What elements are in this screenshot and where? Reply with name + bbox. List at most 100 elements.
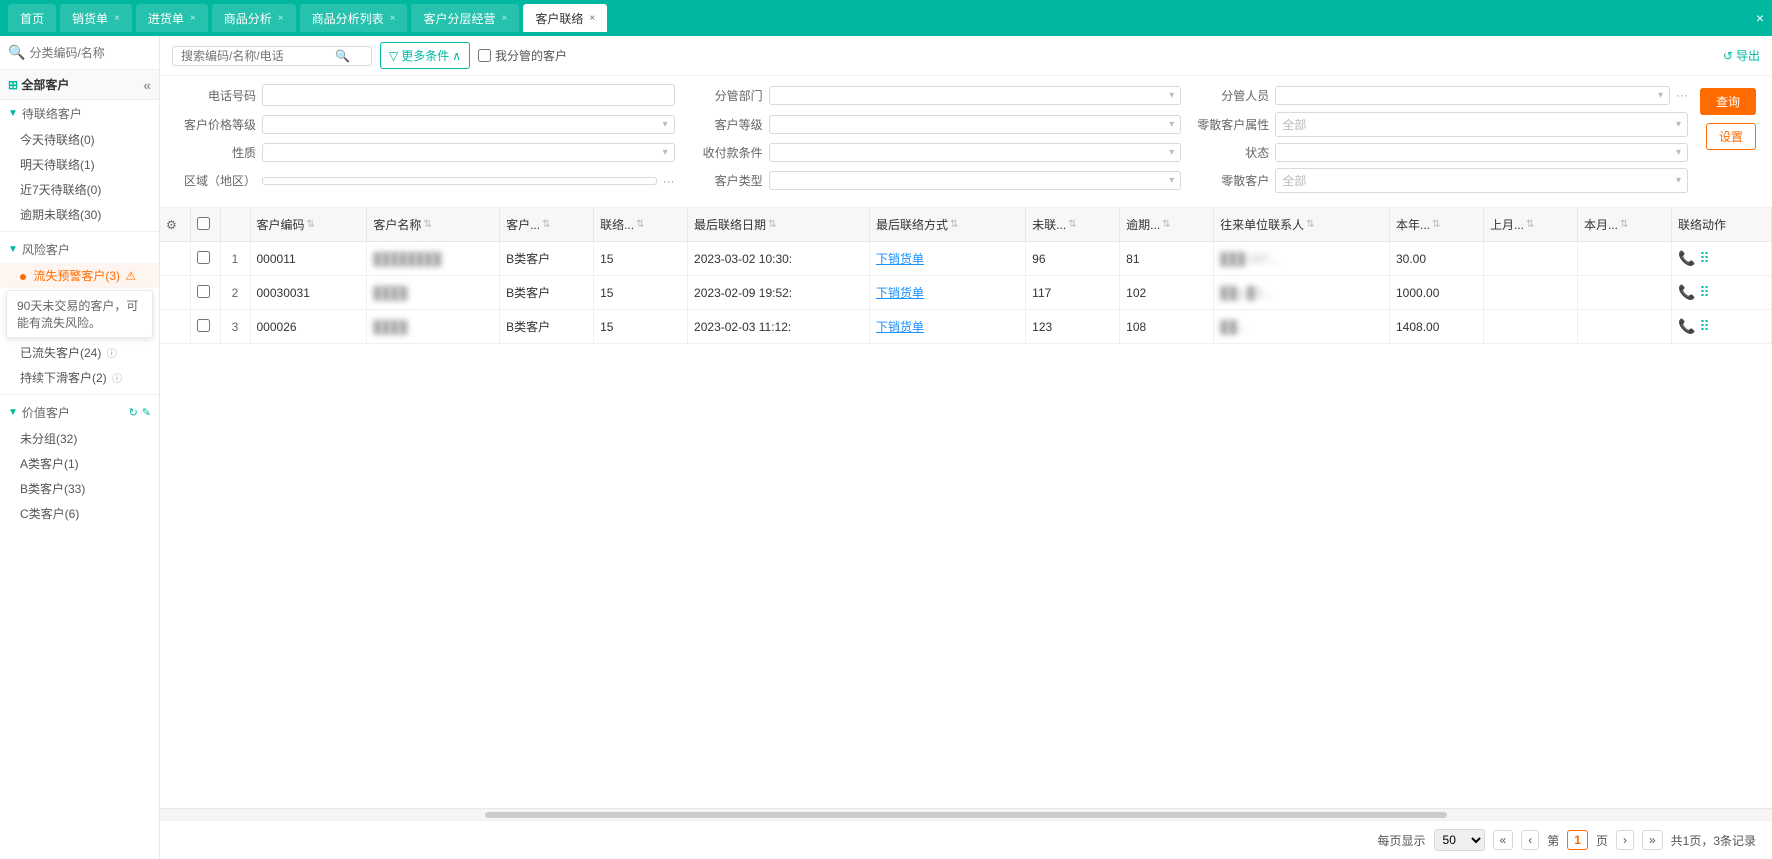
sidebar-item-declining[interactable]: 持续下滑客户(2) ⓘ <box>0 365 159 390</box>
col-unit-contact[interactable]: 往来单位联系人⇅ <box>1214 208 1390 242</box>
tab-purchase-close[interactable]: × <box>190 13 196 24</box>
tab-customer-link[interactable]: 客户联络 × <box>523 4 607 32</box>
my-customers-checkbox[interactable]: 我分管的客户 <box>478 47 567 64</box>
sidebar-item-ungrouped[interactable]: 未分组(32) <box>0 426 159 451</box>
sparse-attr-select[interactable]: 全部▾ <box>1275 112 1688 137</box>
col-code[interactable]: 客户编码⇅ <box>250 208 367 242</box>
row1-this-year: 30.00 <box>1390 242 1484 276</box>
col-this-year[interactable]: 本年...⇅ <box>1390 208 1484 242</box>
nature-select[interactable]: ▾ <box>262 143 675 162</box>
person-select[interactable]: ▾ <box>1275 86 1670 105</box>
horizontal-scrollbar[interactable] <box>160 808 1772 820</box>
my-customers-check[interactable] <box>478 49 491 62</box>
tab-product-analysis-close[interactable]: × <box>278 13 284 24</box>
more-conditions-button[interactable]: ▽ 更多条件 ∧ <box>380 42 470 69</box>
search-input[interactable] <box>181 49 331 63</box>
total-records: 共1页，3条记录 <box>1671 832 1756 849</box>
tab-sales-close[interactable]: × <box>114 13 120 24</box>
col-overdue[interactable]: 逾期...⇅ <box>1120 208 1214 242</box>
export-button[interactable]: ↺ 导出 <box>1723 47 1760 64</box>
row2-select[interactable] <box>197 285 210 298</box>
col-name[interactable]: 客户名称⇅ <box>367 208 500 242</box>
more-dots-region[interactable]: ··· <box>663 174 675 188</box>
chevron-down-icon: ▼ <box>8 108 18 119</box>
row1-select[interactable] <box>197 251 210 264</box>
tab-customer-link-close[interactable]: × <box>589 13 595 24</box>
scrollbar-thumb[interactable] <box>485 812 1447 818</box>
tab-customer-tier-close[interactable]: × <box>501 13 507 24</box>
row2-phone-icon[interactable]: 📞 <box>1678 284 1695 301</box>
sidebar-collapse-button[interactable]: « <box>143 77 151 93</box>
sidebar-search-icon: 🔍 <box>8 44 25 61</box>
more-dots-person[interactable]: ··· <box>1676 88 1688 102</box>
next-page-button[interactable]: › <box>1616 830 1634 850</box>
row1-last-method-link[interactable]: 下销货单 <box>876 252 924 266</box>
sidebar-item-today[interactable]: 今天待联络(0) <box>0 127 159 152</box>
row3-more-icon[interactable]: ⠿ <box>1699 318 1709 335</box>
row2-more-icon[interactable]: ⠿ <box>1699 284 1709 301</box>
col-not-contacted[interactable]: 未联...⇅ <box>1026 208 1120 242</box>
refresh-icon[interactable]: ↻ <box>129 406 138 419</box>
sparse-select[interactable]: 全部▾ <box>1275 168 1688 193</box>
sidebar-item-class-a[interactable]: A类客户(1) <box>0 451 159 476</box>
sidebar-item-tomorrow[interactable]: 明天待联络(1) <box>0 152 159 177</box>
row1-phone-icon[interactable]: 📞 <box>1678 250 1695 267</box>
row3-last-method-link[interactable]: 下销货单 <box>876 320 924 334</box>
sidebar-group-value[interactable]: ▼ 价值客户 ↻ ✎ <box>0 399 159 426</box>
row1-last-method[interactable]: 下销货单 <box>869 242 1025 276</box>
payment-select[interactable]: ▾ <box>769 143 1182 162</box>
prev-page-button[interactable]: ‹ <box>1521 830 1539 850</box>
last-page-button[interactable]: » <box>1642 830 1663 850</box>
tab-product-list[interactable]: 商品分析列表 × <box>300 4 408 32</box>
row1-more-icon[interactable]: ⠿ <box>1699 250 1709 267</box>
phone-input[interactable] <box>262 84 675 106</box>
col-last-month[interactable]: 上月...⇅ <box>1483 208 1577 242</box>
sidebar-group-risk[interactable]: ▼ 风险客户 <box>0 236 159 263</box>
col-this-month[interactable]: 本月...⇅ <box>1577 208 1671 242</box>
col-not-contacted-label: 未联... <box>1032 216 1066 233</box>
row3-last-method[interactable]: 下销货单 <box>869 310 1025 344</box>
select-all-checkbox[interactable] <box>197 217 210 230</box>
sidebar-group-pending[interactable]: ▼ 待联络客户 <box>0 100 159 127</box>
row2-action: 📞 ⠿ <box>1671 276 1771 310</box>
col-last-date[interactable]: 最后联络日期⇅ <box>688 208 870 242</box>
sidebar-item-overdue[interactable]: 逾期未联络(30) <box>0 202 159 227</box>
tab-home[interactable]: 首页 <box>8 4 56 32</box>
region-select[interactable] <box>262 177 657 185</box>
tab-product-list-close[interactable]: × <box>390 13 396 24</box>
sidebar-all-customers[interactable]: ⊞ 全部客户 « <box>0 70 159 100</box>
status-select[interactable]: ▾ <box>1275 143 1688 162</box>
row2-last-method-link[interactable]: 下销货单 <box>876 286 924 300</box>
per-page-select[interactable]: 50 20 100 <box>1434 829 1485 851</box>
settings-button[interactable]: 设置 <box>1706 123 1756 150</box>
price-grade-select[interactable]: ▾ <box>262 115 675 134</box>
sidebar-item-churn-warning[interactable]: 流失预警客户(3) ⚠ <box>0 263 159 288</box>
tab-customer-tier[interactable]: 客户分层经营 × <box>411 4 519 32</box>
tab-product-analysis[interactable]: 商品分析 × <box>212 4 296 32</box>
sidebar-item-churned[interactable]: 已流失客户(24) ⓘ <box>0 340 159 365</box>
col-last-method[interactable]: 最后联络方式⇅ <box>869 208 1025 242</box>
row3-select[interactable] <box>197 319 210 332</box>
col-type[interactable]: 客户...⇅ <box>500 208 594 242</box>
col-contact[interactable]: 联络...⇅ <box>594 208 688 242</box>
search-button-icon[interactable]: 🔍 <box>335 49 350 63</box>
sidebar-search-input[interactable] <box>29 46 160 60</box>
first-page-button[interactable]: « <box>1493 830 1514 850</box>
col-this-year-label: 本年... <box>1396 216 1430 233</box>
query-button[interactable]: 查询 <box>1700 88 1756 115</box>
customer-grade-select[interactable]: ▾ <box>769 115 1182 134</box>
tab-sales[interactable]: 销货单 × <box>60 4 132 32</box>
edit-icon[interactable]: ✎ <box>142 406 151 419</box>
tab-purchase[interactable]: 进货单 × <box>136 4 208 32</box>
sidebar-item-class-b[interactable]: B类客户(33) <box>0 476 159 501</box>
row3-phone-icon[interactable]: 📞 <box>1678 318 1695 335</box>
window-close-button[interactable]: × <box>1756 10 1764 26</box>
sidebar-item-class-c[interactable]: C类客户(6) <box>0 501 159 526</box>
sidebar-all-customers-label: ⊞ 全部客户 <box>8 76 69 93</box>
row2-last-method[interactable]: 下销货单 <box>869 276 1025 310</box>
filter-bar: 🔍 ▽ 更多条件 ∧ 我分管的客户 ↺ 导出 <box>160 36 1772 76</box>
customer-type-select[interactable]: ▾ <box>769 171 1182 190</box>
dept-select[interactable]: ▾ <box>769 86 1182 105</box>
sidebar-item-week[interactable]: 近7天待联络(0) <box>0 177 159 202</box>
table-settings-icon[interactable]: ⚙ <box>166 218 177 232</box>
